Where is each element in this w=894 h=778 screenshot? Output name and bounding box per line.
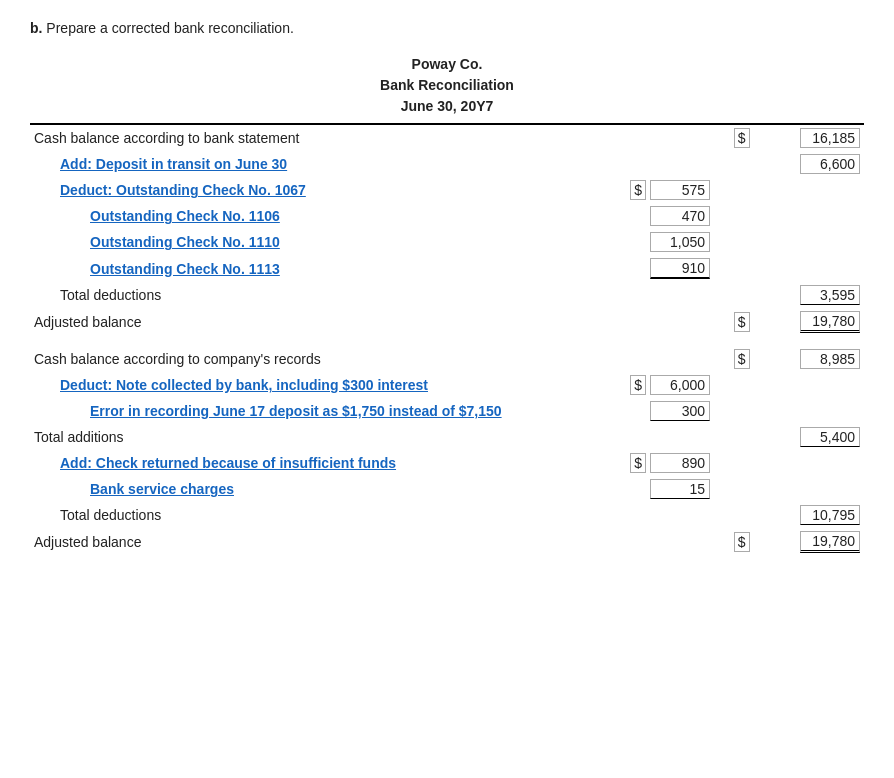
bank-total-deductions-amount — [545, 282, 714, 308]
report-date: June 30, 20Y7 — [30, 96, 864, 117]
charges-amount: 15 — [545, 476, 714, 502]
check1067-label: Deduct: Outstanding Check No. 1067 — [30, 177, 545, 203]
bank-opening-amount: 16,185 — [752, 125, 864, 151]
check1113-amount: 910 — [545, 255, 714, 282]
deposit-mid — [545, 151, 714, 177]
check1110-label: Outstanding Check No. 1110 — [30, 229, 545, 255]
check1110-amount: 1,050 — [545, 229, 714, 255]
intro-text: b. Prepare a corrected bank reconciliati… — [30, 20, 864, 36]
bank-opening-dollar: $ — [714, 125, 751, 151]
company-total-deductions-label: Total deductions — [30, 502, 545, 528]
total-additions-label: Total additions — [30, 424, 545, 450]
nsf-amount: $ 890 — [545, 450, 714, 476]
check1067-mid: $ 575 — [545, 177, 714, 203]
check1106-label: Outstanding Check No. 1106 — [30, 203, 545, 229]
bank-adjusted-dollar: $ — [714, 308, 751, 336]
bank-total-deductions-total: 3,595 — [752, 282, 864, 308]
company-adjusted-label: Adjusted balance — [30, 528, 545, 556]
check1106-amount: 470 — [545, 203, 714, 229]
bank-adjusted-label: Adjusted balance — [30, 308, 545, 336]
note-label: Deduct: Note collected by bank, includin… — [30, 372, 545, 398]
total-additions-amount: 5,400 — [752, 424, 864, 450]
company-opening-dollar: $ — [714, 346, 751, 372]
bank-total-deductions-label: Total deductions — [30, 282, 545, 308]
bank-opening-label: Cash balance according to bank statement — [30, 125, 545, 151]
company-opening-label: Cash balance according to company's reco… — [30, 346, 545, 372]
error-label: Error in recording June 17 deposit as $1… — [30, 398, 545, 424]
company-adjusted-amount: 19,780 — [752, 528, 864, 556]
bank-opening-mid — [545, 125, 714, 151]
deposit-label: Add: Deposit in transit on June 30 — [30, 151, 545, 177]
company-opening-amount: 8,985 — [752, 346, 864, 372]
error-amount: 300 — [545, 398, 714, 424]
bank-adjusted-amount: 19,780 — [752, 308, 864, 336]
charges-label: Bank service charges — [30, 476, 545, 502]
nsf-label: Add: Check returned because of insuffici… — [30, 450, 545, 476]
company-adjusted-dollar: $ — [714, 528, 751, 556]
report-title: Bank Reconciliation — [30, 75, 864, 96]
company-total-deductions-amount: 10,795 — [752, 502, 864, 528]
note-amount: $ 6,000 — [545, 372, 714, 398]
deposit-amount: 6,600 — [752, 151, 864, 177]
company-name: Poway Co. — [30, 54, 864, 75]
check1113-label: Outstanding Check No. 1113 — [30, 255, 545, 282]
